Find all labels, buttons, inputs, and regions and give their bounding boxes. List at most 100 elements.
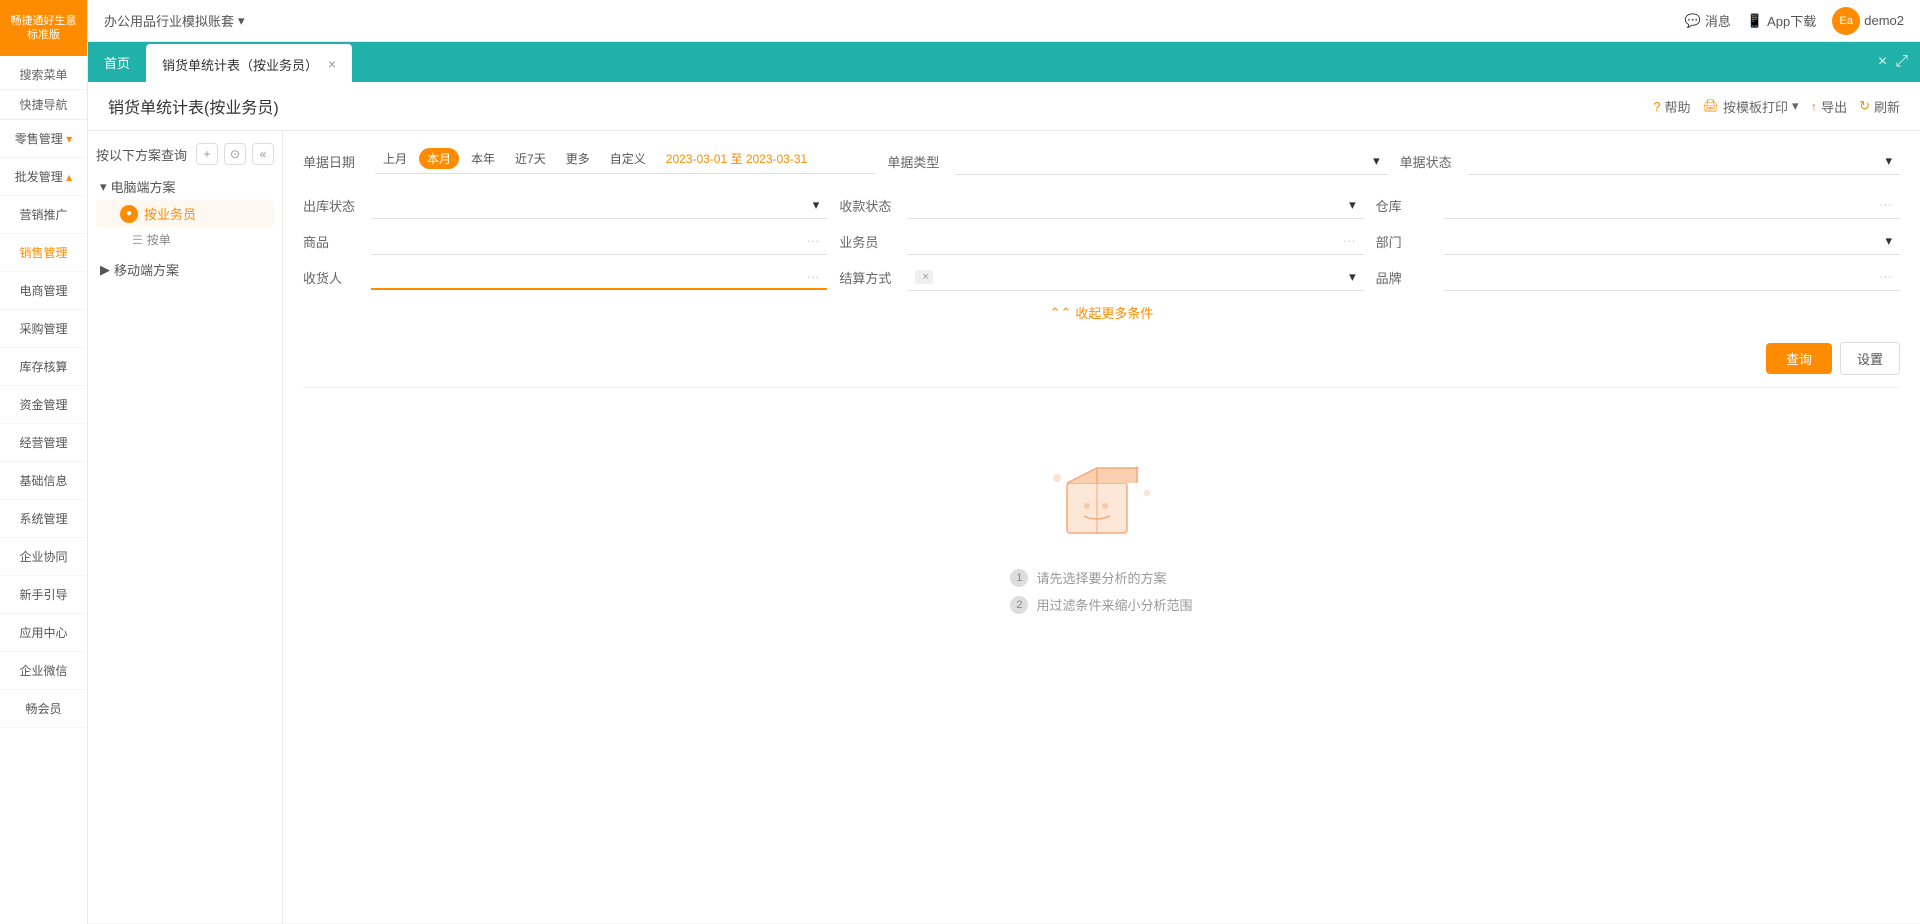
sidebar-item-newbie[interactable]: 新手引导: [0, 576, 87, 614]
date-range-text: 2023-03-01 至 2023-03-31: [666, 150, 807, 167]
brand-select[interactable]: ···: [1444, 263, 1900, 291]
collapse-panel-btn[interactable]: «: [252, 143, 274, 165]
message-icon: 💬: [1685, 13, 1701, 29]
tabbar: 首页 销货单统计表（按业务员） × × ⤢: [88, 42, 1920, 82]
sidebar-item-purchase[interactable]: 采购管理: [0, 310, 87, 348]
sidebar-item-basic[interactable]: 基础信息: [0, 462, 87, 500]
date-custom[interactable]: 自定义: [602, 148, 654, 169]
date-current-year[interactable]: 本年: [463, 148, 503, 169]
refresh-icon: ↻: [1859, 98, 1870, 114]
sidebar-quick-nav[interactable]: 快捷导航: [0, 90, 87, 120]
tab-close-btn[interactable]: ×: [1878, 53, 1887, 71]
hint-item-2: 2 用过滤条件来缩小分析范围: [1010, 595, 1192, 614]
tab-close-icon[interactable]: ×: [328, 56, 336, 72]
sidebar-item-sales[interactable]: 销售管理: [0, 234, 87, 272]
export-icon: ↑: [1811, 99, 1818, 114]
page-title: 销货单统计表(按业务员): [108, 94, 279, 130]
print-icon: 🖨: [1703, 98, 1720, 114]
tab-expand-btn[interactable]: ⤢: [1895, 53, 1908, 71]
settlement-tag-close[interactable]: ×: [922, 271, 928, 283]
scheme-item-by-order[interactable]: ☰ 按单: [96, 227, 274, 252]
goods-label: 商品: [303, 232, 363, 251]
suite-name: 办公用品行业模拟账套: [104, 11, 234, 30]
sidebar-item-inventory[interactable]: 库存核算: [0, 348, 87, 386]
sidebar-item-enterprise-wechat[interactable]: 企业微信: [0, 652, 87, 690]
help-action[interactable]: ? 帮助: [1653, 97, 1690, 116]
edit-scheme-btn[interactable]: ⊙: [224, 143, 246, 165]
sidebar-item-wholesale[interactable]: 批发管理 ▴: [0, 158, 87, 196]
receipt-status-dropdown-icon: ▾: [1349, 197, 1356, 213]
desktop-scheme-header[interactable]: ▾ 电脑端方案: [96, 173, 274, 200]
page-actions: ? 帮助 🖨 按模板打印 ▾ ↑ 导出 ↻ 刷新: [1653, 97, 1900, 128]
app-download-btn[interactable]: 📱 App下载: [1747, 11, 1816, 30]
out-status-select[interactable]: ▾: [371, 191, 827, 219]
salesperson-filter: 业务员 ···: [839, 227, 1363, 255]
left-panel-title: 按以下方案查询: [96, 145, 187, 164]
empty-illustration: [1042, 448, 1162, 548]
mobile-scheme-header[interactable]: ▶ 移动端方案: [96, 256, 274, 283]
refresh-action[interactable]: ↻ 刷新: [1859, 97, 1900, 116]
left-panel-header: 按以下方案查询 + ⊙ «: [96, 143, 274, 165]
sidebar-item-retail[interactable]: 零售管理 ▾: [0, 120, 87, 158]
collapse-icon: ⌃⌃: [1050, 305, 1072, 321]
add-scheme-btn[interactable]: +: [196, 143, 218, 165]
sidebar-item-finance[interactable]: 资金管理: [0, 386, 87, 424]
department-select[interactable]: ▾: [1444, 227, 1900, 255]
receiver-label: 收货人: [303, 268, 363, 287]
logo-text: 畅捷通好生意 标准版: [11, 14, 77, 43]
sidebar-item-member[interactable]: 畅会员: [0, 690, 87, 728]
print-dropdown-icon: ▾: [1792, 98, 1799, 114]
salesperson-select[interactable]: ···: [907, 227, 1363, 255]
date-current-month[interactable]: 本月: [419, 148, 459, 169]
sidebar: 畅捷通好生意 标准版 搜索菜单 快捷导航 零售管理 ▾ 批发管理 ▴ 营销推广 …: [0, 0, 88, 924]
tab-sales-report-label: 销货单统计表（按业务员）: [162, 55, 318, 74]
doc-status-filter: 单据状态 ▾: [1400, 147, 1900, 175]
scheme-dot-icon: ●: [120, 205, 138, 223]
print-action[interactable]: 🖨 按模板打印 ▾: [1703, 97, 1799, 116]
receiver-input-area[interactable]: ···: [371, 265, 827, 290]
sidebar-item-enterprise[interactable]: 企业协同: [0, 538, 87, 576]
collapse-filter-btn[interactable]: ⌃⌃ 收起更多条件: [303, 295, 1900, 330]
settlement-field[interactable]: × ▾: [907, 263, 1363, 291]
out-status-dropdown-icon: ▾: [813, 197, 820, 213]
user-menu[interactable]: Ea demo2: [1832, 7, 1904, 35]
app-logo[interactable]: 畅捷通好生意 标准版: [0, 0, 87, 56]
date-label: 单据日期: [303, 152, 363, 171]
hint-num-2: 2: [1010, 596, 1028, 614]
sidebar-item-operation[interactable]: 经营管理: [0, 424, 87, 462]
tab-home[interactable]: 首页: [88, 42, 146, 82]
export-action[interactable]: ↑ 导出: [1811, 97, 1848, 116]
department-label: 部门: [1376, 232, 1436, 251]
goods-select[interactable]: ···: [371, 227, 827, 255]
left-panel: 按以下方案查询 + ⊙ « ▾ 电脑端方案 ● 按业务员: [88, 131, 283, 923]
sidebar-item-system[interactable]: 系统管理: [0, 500, 87, 538]
doc-type-filter: 单据类型 ▾: [887, 147, 1387, 175]
content-area: 销货单统计表(按业务员) ? 帮助 🖨 按模板打印 ▾ ↑ 导出 ↻ 刷新: [88, 82, 1920, 924]
doc-status-select[interactable]: ▾: [1468, 147, 1900, 175]
scheme-item-by-salesperson[interactable]: ● 按业务员: [96, 200, 274, 227]
receipt-status-filter: 收款状态 ▾: [839, 191, 1363, 219]
warehouse-dots: ···: [1879, 197, 1892, 212]
receipt-status-select[interactable]: ▾: [907, 191, 1363, 219]
help-icon: ?: [1653, 99, 1660, 114]
message-btn[interactable]: 💬 消息: [1685, 11, 1731, 30]
page-header: 销货单统计表(按业务员) ? 帮助 🖨 按模板打印 ▾ ↑ 导出 ↻ 刷新: [88, 82, 1920, 131]
settlement-dropdown-icon: ▾: [1349, 269, 1356, 285]
date-prev-month[interactable]: 上月: [375, 148, 415, 169]
date-more[interactable]: 更多: [558, 148, 598, 169]
doc-type-select[interactable]: ▾: [955, 147, 1387, 175]
salesperson-dots: ···: [1343, 233, 1356, 248]
warehouse-select[interactable]: ···: [1444, 191, 1900, 219]
sidebar-item-marketing[interactable]: 营销推广: [0, 196, 87, 234]
sidebar-item-ecommerce[interactable]: 电商管理: [0, 272, 87, 310]
query-button[interactable]: 查询: [1766, 343, 1832, 374]
topbar-suite-selector[interactable]: 办公用品行业模拟账套 ▾: [104, 11, 245, 30]
doc-status-label: 单据状态: [1400, 152, 1460, 171]
doc-type-dropdown-icon: ▾: [1373, 153, 1380, 169]
sidebar-search[interactable]: 搜索菜单: [0, 56, 87, 90]
date-filter: 上月 本月 本年 近7天 更多 自定义 2023-03-01 至 2023-03…: [375, 148, 875, 174]
tab-sales-report[interactable]: 销货单统计表（按业务员） ×: [146, 44, 352, 84]
sidebar-item-app-center[interactable]: 应用中心: [0, 614, 87, 652]
setting-button[interactable]: 设置: [1840, 342, 1900, 375]
date-last7[interactable]: 近7天: [507, 148, 554, 169]
